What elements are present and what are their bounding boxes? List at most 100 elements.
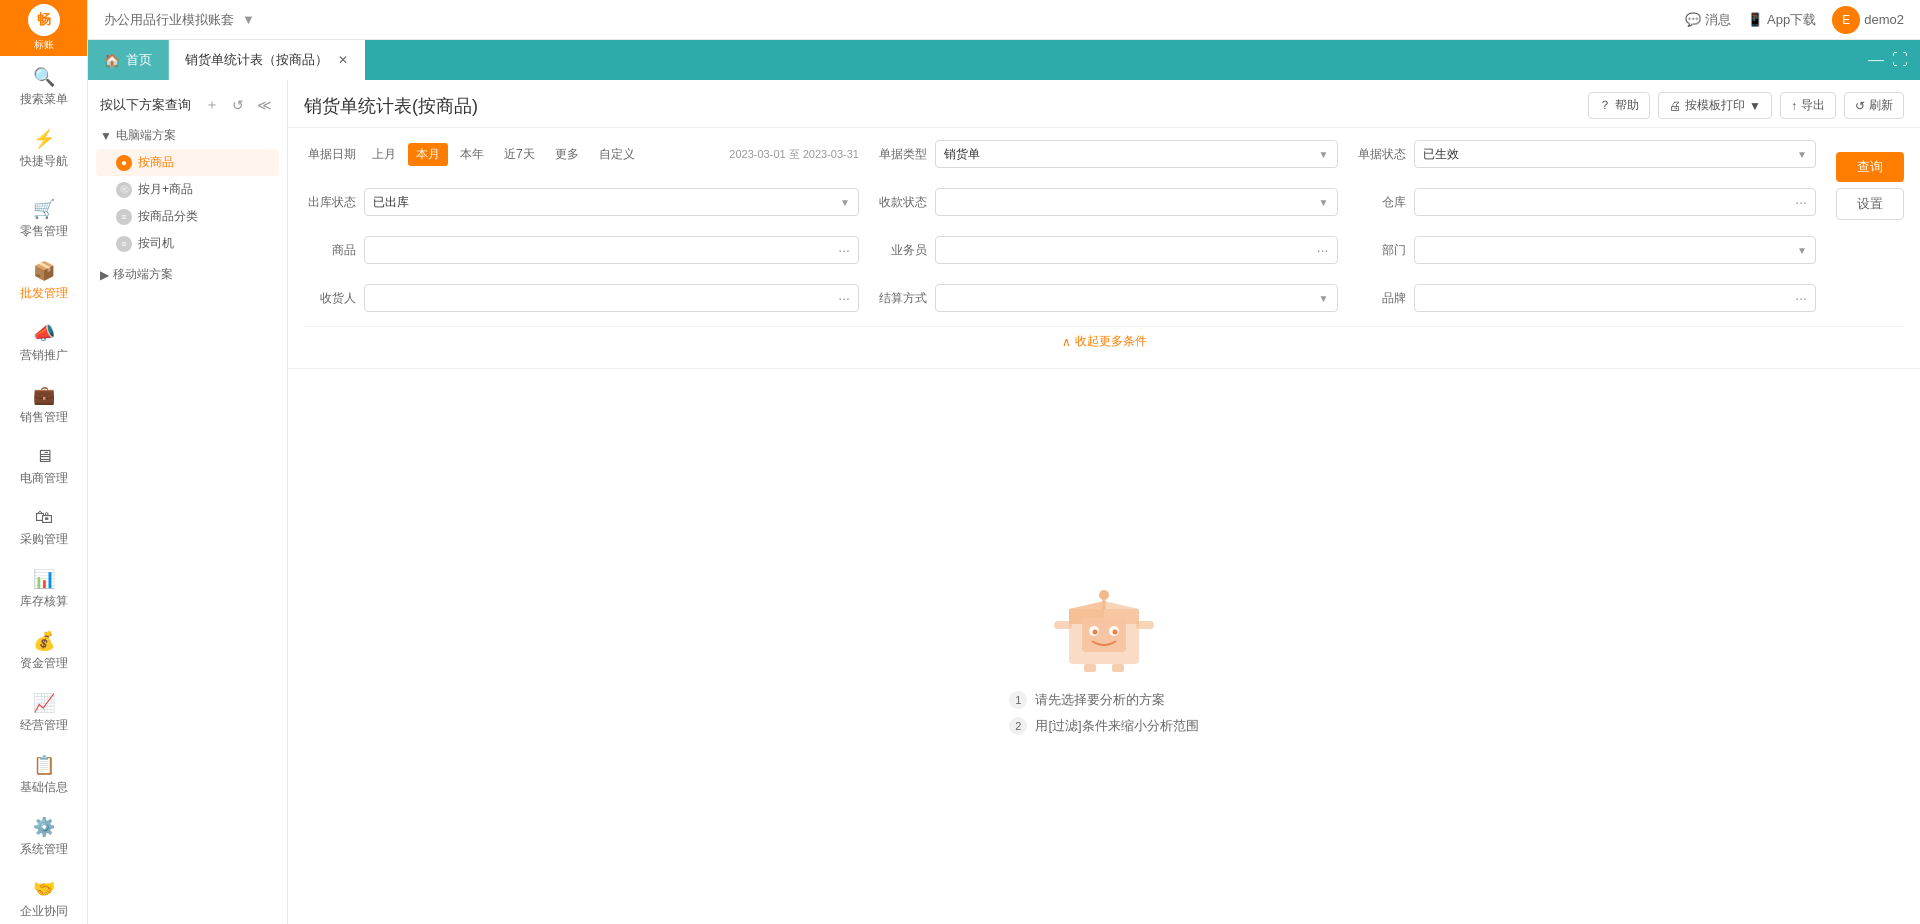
date-btn-this-month[interactable]: 本月 [408,143,448,166]
filter-group-warehouse: 仓库 ··· [1354,188,1817,216]
sidebar-item-basic[interactable]: 📋 基础信息 [0,744,87,806]
brand-more-icon[interactable]: ··· [1795,290,1807,306]
collapse-label: 收起更多条件 [1075,333,1147,350]
receiver-more-icon[interactable]: ··· [838,290,850,306]
sidebar-item-marketing[interactable]: 📣 营销推广 [0,312,87,374]
collapse-panel-btn[interactable]: ≪ [253,94,275,116]
date-label: 单据日期 [304,146,356,163]
salesperson-label: 业务员 [875,242,927,259]
sidebar-item-sales[interactable]: 💼 销售管理 [0,374,87,436]
ecommerce-icon: 🖥 [35,446,53,467]
tab-home[interactable]: 🏠 首页 [88,40,169,80]
svg-point-7 [1113,629,1118,634]
doc-type-dropdown-icon: ▼ [1319,149,1329,160]
user-area[interactable]: E demo2 [1832,6,1904,34]
receipt-status-control[interactable]: ▼ [935,188,1338,216]
minimize-btn[interactable]: — [1868,51,1884,69]
receiver-control[interactable]: ··· [364,284,859,312]
sidebar-item-inventory[interactable]: 📊 库存核算 [0,558,87,620]
inventory-icon: 📊 [33,568,55,590]
sidebar-item-cooperation[interactable]: 🤝 企业协同 [0,868,87,924]
filter-group-doc-type: 单据类型 销货单 ▼ [875,140,1338,168]
sidebar-item-retail[interactable]: 🛒 零售管理 [0,188,87,250]
industry-dropdown-icon[interactable]: ▼ [242,12,255,27]
message-btn[interactable]: 💬 消息 [1685,11,1731,29]
print-dropdown-icon: ▼ [1749,99,1761,113]
search-btn[interactable]: 查询 [1836,152,1904,182]
date-range-display: 2023-03-01 至 2023-03-31 [729,147,859,162]
sidebar-item-quicknav[interactable]: ⚡ 快捷导航 [0,118,87,180]
warehouse-control[interactable]: ··· [1414,188,1817,216]
by-cashier-label: 按司机 [138,235,174,252]
mobile-group-title[interactable]: ▶ 移动端方案 [96,261,279,288]
panel-item-by-category[interactable]: ≡ 按商品分类 [96,203,279,230]
doc-status-value: 已生效 [1423,146,1459,163]
close-tab-btn[interactable]: ✕ [338,53,348,67]
svg-rect-13 [1136,621,1154,629]
empty-hint-1: 1 请先选择要分析的方案 [1009,691,1198,709]
page-inner: 按以下方案查询 ＋ ↺ ≪ ▼ 电脑端方案 ● 按商品 [88,80,1920,924]
page-content: 按以下方案查询 ＋ ↺ ≪ ▼ 电脑端方案 ● 按商品 [88,80,1920,924]
date-btn-last-month[interactable]: 上月 [364,143,404,166]
topbar-left: 办公用品行业模拟账套 ▼ [104,11,255,29]
department-label: 部门 [1354,242,1406,259]
product-control[interactable]: ··· [364,236,859,264]
collapse-more-btn[interactable]: ∧ 收起更多条件 [304,326,1904,356]
add-scheme-btn[interactable]: ＋ [201,94,223,116]
tab-sales-stats[interactable]: 销货单统计表（按商品） ✕ [169,40,365,80]
sidebar-item-finance[interactable]: 💰 资金管理 [0,620,87,682]
settings-btn[interactable]: 设置 [1836,188,1904,220]
print-btn[interactable]: 🖨 按模板打印 ▼ [1658,92,1772,119]
brand-label: 品牌 [1354,290,1406,307]
department-dropdown-icon: ▼ [1797,245,1807,256]
doc-status-label: 单据状态 [1354,146,1406,163]
maximize-btn[interactable]: ⛶ [1892,51,1908,69]
panel-item-by-product[interactable]: ● 按商品 [96,149,279,176]
filter-row-1: 单据日期 上月 本月 本年 近7天 更多 自定义 [304,140,1816,168]
sidebar-item-purchase[interactable]: 🛍 采购管理 [0,497,87,558]
help-btn[interactable]: ？ 帮助 [1588,92,1650,119]
refresh-scheme-btn[interactable]: ↺ [227,94,249,116]
filter-area: 单据日期 上月 本月 本年 近7天 更多 自定义 [288,128,1920,369]
filter-group-product: 商品 ··· [304,236,859,264]
sidebar-item-system[interactable]: ⚙️ 系统管理 [0,806,87,868]
svg-point-9 [1099,590,1109,600]
wholesale-icon: 📦 [33,260,55,282]
date-btn-this-year[interactable]: 本年 [452,143,492,166]
salesperson-control[interactable]: ··· [935,236,1338,264]
sidebar-item-wholesale[interactable]: 📦 批发管理 [0,250,87,312]
refresh-btn[interactable]: ↺ 刷新 [1844,92,1904,119]
department-control[interactable]: ▼ [1414,236,1817,264]
doc-type-label: 单据类型 [875,146,927,163]
sidebar-item-search[interactable]: 🔍 搜索菜单 [0,56,87,118]
purchase-icon: 🛍 [35,507,53,528]
app-download-btn[interactable]: 📱 App下载 [1747,11,1816,29]
warehouse-more-icon[interactable]: ··· [1795,194,1807,210]
sidebar-item-operation[interactable]: 📈 经营管理 [0,682,87,744]
right-content: 销货单统计表(按商品) ？ 帮助 🖨 按模板打印 ▼ ↑ [288,80,1920,924]
product-more-icon[interactable]: ··· [838,242,850,258]
salesperson-more-icon[interactable]: ··· [1317,242,1329,258]
payment-control[interactable]: ▼ [935,284,1338,312]
sidebar-item-ecommerce[interactable]: 🖥 电商管理 [0,436,87,497]
panel-header: 按以下方案查询 ＋ ↺ ≪ [96,88,279,122]
panel-item-by-month-product[interactable]: ㊗ 按月+商品 [96,176,279,203]
panel-title: 按以下方案查询 [100,96,191,114]
panel-item-by-cashier[interactable]: ≡ 按司机 [96,230,279,257]
doc-type-value: 销货单 [944,146,980,163]
hint-text-2: 用[过滤]条件来缩小分析范围 [1035,717,1198,735]
logo[interactable]: 畅 标账 [0,0,87,56]
by-product-label: 按商品 [138,154,174,171]
date-btn-last-7days[interactable]: 近7天 [496,143,543,166]
logo-text: 畅 [37,11,51,29]
doc-type-control[interactable]: 销货单 ▼ [935,140,1338,168]
export-btn[interactable]: ↑ 导出 [1780,92,1836,119]
product-label: 商品 [304,242,356,259]
pc-group-title[interactable]: ▼ 电脑端方案 [96,122,279,149]
out-status-control[interactable]: 已出库 ▼ [364,188,859,216]
home-icon: 🏠 [104,53,120,68]
date-btn-more[interactable]: 更多 [547,143,587,166]
doc-status-control[interactable]: 已生效 ▼ [1414,140,1817,168]
date-btn-custom[interactable]: 自定义 [591,143,643,166]
brand-control[interactable]: ··· [1414,284,1817,312]
